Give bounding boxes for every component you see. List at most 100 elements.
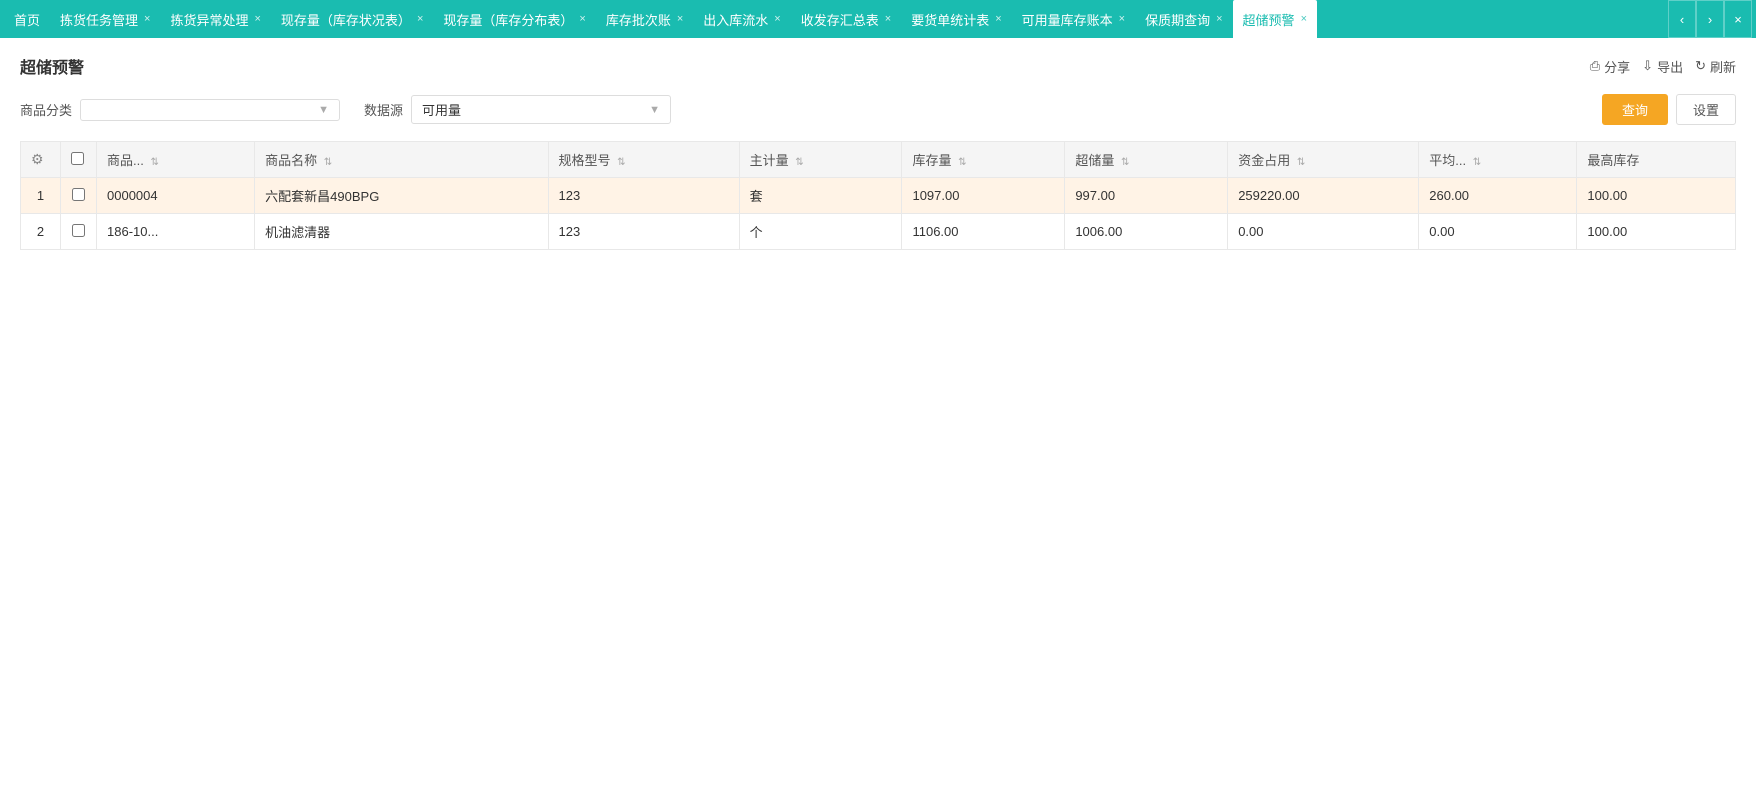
nav-close-inventory2[interactable]: × bbox=[579, 13, 585, 25]
nav-close-overstock[interactable]: × bbox=[1301, 13, 1307, 25]
sort-capital-icon: ⇅ bbox=[1297, 157, 1305, 168]
filter-category: 商品分类 ▼ bbox=[20, 99, 340, 121]
nav-label-available: 可用量库存账本 bbox=[1022, 10, 1113, 29]
row-max-stock: 100.00 bbox=[1577, 178, 1736, 214]
nav-item-available[interactable]: 可用量库存账本 × bbox=[1012, 0, 1135, 38]
col-product-code[interactable]: 商品... ⇅ bbox=[97, 142, 255, 178]
nav-close-exception[interactable]: × bbox=[254, 13, 260, 25]
nav-item-order[interactable]: 要货单统计表 × bbox=[901, 0, 1011, 38]
nav-close-task[interactable]: × bbox=[144, 13, 150, 25]
row-spec: 123 bbox=[548, 178, 739, 214]
row-checkbox-cell[interactable] bbox=[61, 178, 97, 214]
nav-arrows: ‹ › × bbox=[1668, 0, 1752, 38]
settings-button[interactable]: 设置 bbox=[1676, 94, 1736, 125]
nav-item-inventory1[interactable]: 现存量（库存状况表） × bbox=[271, 0, 433, 38]
nav-close-batch[interactable]: × bbox=[677, 13, 683, 25]
col-product-code-label: 商品... bbox=[107, 153, 144, 168]
col-checkbox bbox=[61, 142, 97, 178]
col-capital[interactable]: 资金占用 ⇅ bbox=[1228, 142, 1419, 178]
nav-item-batch[interactable]: 库存批次账 × bbox=[596, 0, 693, 38]
category-select[interactable]: ▼ bbox=[80, 99, 340, 121]
export-icon: ⇩ bbox=[1642, 58, 1653, 74]
col-stock[interactable]: 库存量 ⇅ bbox=[902, 142, 1065, 178]
row-checkbox[interactable] bbox=[72, 188, 85, 201]
nav-arrow-right[interactable]: › bbox=[1696, 0, 1724, 38]
col-unit-label: 主计量 bbox=[750, 153, 789, 168]
query-button[interactable]: 查询 bbox=[1602, 94, 1668, 125]
filter-buttons: 查询 设置 bbox=[1602, 94, 1736, 125]
sort-product-name-icon: ⇅ bbox=[324, 157, 332, 168]
sort-unit-icon: ⇅ bbox=[795, 157, 803, 168]
nav-close-summary[interactable]: × bbox=[885, 13, 891, 25]
col-stock-label: 库存量 bbox=[912, 153, 951, 168]
col-average[interactable]: 平均... ⇅ bbox=[1419, 142, 1577, 178]
export-button[interactable]: ⇩ 导出 bbox=[1642, 57, 1683, 76]
sort-overstock-icon: ⇅ bbox=[1121, 157, 1129, 168]
top-nav: 首页 拣货任务管理 × 拣货异常处理 × 现存量（库存状况表） × 现存量（库存… bbox=[0, 0, 1756, 38]
row-checkbox[interactable] bbox=[72, 224, 85, 237]
nav-item-inventory2[interactable]: 现存量（库存分布表） × bbox=[433, 0, 595, 38]
refresh-icon: ↻ bbox=[1695, 58, 1706, 74]
col-gear[interactable]: ⚙ bbox=[21, 142, 61, 178]
col-unit[interactable]: 主计量 ⇅ bbox=[739, 142, 902, 178]
header-actions: ⎙ 分享 ⇩ 导出 ↻ 刷新 bbox=[1590, 57, 1736, 76]
table-header-row: ⚙ 商品... ⇅ 商品名称 ⇅ 规格型号 ⇅ 主计量 bbox=[21, 142, 1736, 178]
row-checkbox-cell[interactable] bbox=[61, 214, 97, 250]
col-overstock[interactable]: 超储量 ⇅ bbox=[1065, 142, 1228, 178]
row-stock: 1106.00 bbox=[902, 214, 1065, 250]
nav-label-exception: 拣货异常处理 bbox=[170, 10, 248, 29]
page-title: 超储预警 bbox=[20, 54, 84, 78]
nav-close-order[interactable]: × bbox=[995, 13, 1001, 25]
share-button[interactable]: ⎙ 分享 bbox=[1590, 57, 1630, 76]
filter-row: 商品分类 ▼ 数据源 可用量 ▼ 查询 设置 bbox=[20, 94, 1736, 125]
row-number: 1 bbox=[21, 178, 61, 214]
nav-arrow-left[interactable]: ‹ bbox=[1668, 0, 1696, 38]
refresh-button[interactable]: ↻ 刷新 bbox=[1695, 57, 1736, 76]
row-product-code: 0000004 bbox=[97, 178, 255, 214]
select-all-checkbox[interactable] bbox=[71, 152, 84, 165]
row-unit: 套 bbox=[739, 178, 902, 214]
nav-label-flow: 出入库流水 bbox=[703, 10, 768, 29]
nav-item-expiry[interactable]: 保质期查询 × bbox=[1135, 0, 1232, 38]
sort-product-code-icon: ⇅ bbox=[150, 157, 158, 168]
sort-stock-icon: ⇅ bbox=[958, 157, 966, 168]
nav-close-expiry[interactable]: × bbox=[1216, 13, 1222, 25]
nav-item-overstock[interactable]: 超储预警 × bbox=[1233, 0, 1317, 38]
nav-label-home: 首页 bbox=[14, 10, 40, 29]
nav-label-batch: 库存批次账 bbox=[606, 10, 671, 29]
row-average: 0.00 bbox=[1419, 214, 1577, 250]
sort-average-icon: ⇅ bbox=[1473, 157, 1481, 168]
refresh-label: 刷新 bbox=[1710, 57, 1736, 76]
data-table: ⚙ 商品... ⇅ 商品名称 ⇅ 规格型号 ⇅ 主计量 bbox=[20, 141, 1736, 250]
col-overstock-label: 超储量 bbox=[1075, 153, 1114, 168]
page-header: 超储预警 ⎙ 分享 ⇩ 导出 ↻ 刷新 bbox=[20, 54, 1736, 78]
datasource-chevron-icon: ▼ bbox=[649, 104, 660, 116]
row-max-stock: 100.00 bbox=[1577, 214, 1736, 250]
sort-spec-icon: ⇅ bbox=[617, 157, 625, 168]
gear-icon[interactable]: ⚙ bbox=[31, 151, 44, 167]
col-average-label: 平均... bbox=[1429, 153, 1466, 168]
col-product-name[interactable]: 商品名称 ⇅ bbox=[255, 142, 548, 178]
nav-item-flow[interactable]: 出入库流水 × bbox=[693, 0, 790, 38]
col-spec-label: 规格型号 bbox=[559, 153, 611, 168]
nav-label-expiry: 保质期查询 bbox=[1145, 10, 1210, 29]
col-max-stock[interactable]: 最高库存 bbox=[1577, 142, 1736, 178]
share-label: 分享 bbox=[1604, 57, 1630, 76]
datasource-select[interactable]: 可用量 ▼ bbox=[411, 95, 671, 124]
nav-label-task: 拣货任务管理 bbox=[60, 10, 138, 29]
share-icon: ⎙ bbox=[1590, 58, 1600, 74]
row-stock: 1097.00 bbox=[902, 178, 1065, 214]
nav-item-task[interactable]: 拣货任务管理 × bbox=[50, 0, 160, 38]
nav-label-inventory1: 现存量（库存状况表） bbox=[281, 10, 411, 29]
nav-item-exception[interactable]: 拣货异常处理 × bbox=[160, 0, 270, 38]
nav-close-inventory1[interactable]: × bbox=[417, 13, 423, 25]
nav-close-flow[interactable]: × bbox=[774, 13, 780, 25]
nav-arrow-close[interactable]: × bbox=[1724, 0, 1752, 38]
nav-item-summary[interactable]: 收发存汇总表 × bbox=[791, 0, 901, 38]
col-spec[interactable]: 规格型号 ⇅ bbox=[548, 142, 739, 178]
nav-close-available[interactable]: × bbox=[1119, 13, 1125, 25]
datasource-label: 数据源 bbox=[364, 100, 403, 119]
nav-label-inventory2: 现存量（库存分布表） bbox=[443, 10, 573, 29]
nav-item-home[interactable]: 首页 bbox=[4, 0, 50, 38]
row-spec: 123 bbox=[548, 214, 739, 250]
